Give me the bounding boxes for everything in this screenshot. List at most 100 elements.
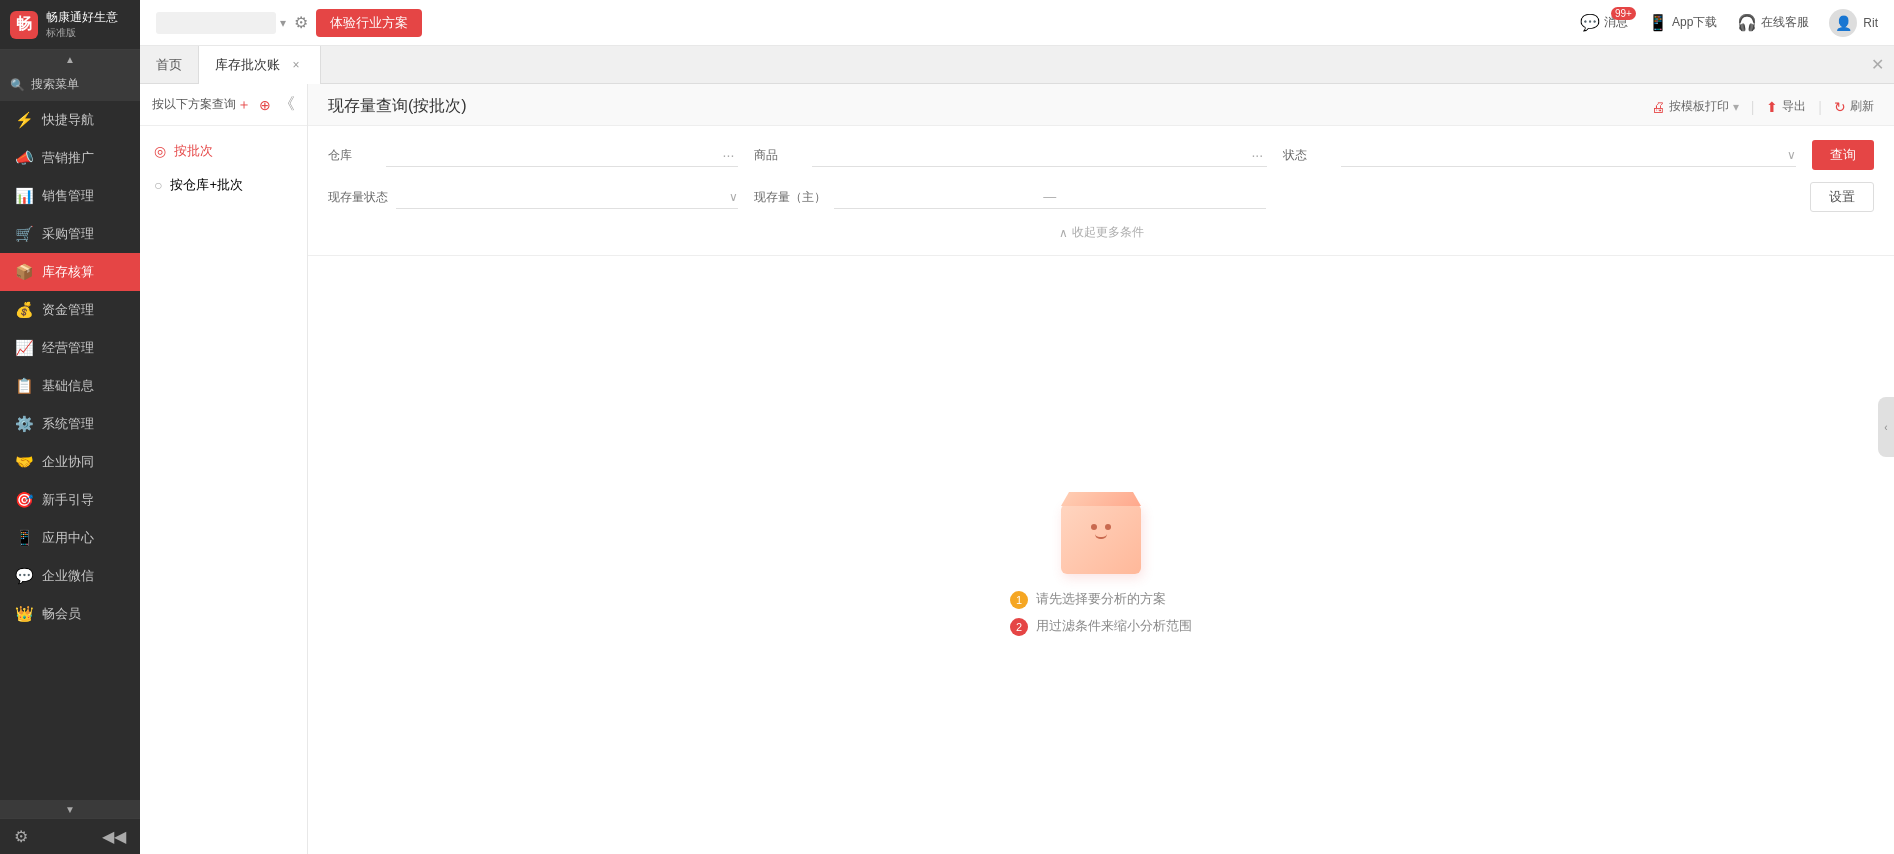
sidebar-item-quick-nav[interactable]: ⚡ 快捷导航 bbox=[0, 101, 140, 139]
sidebar-item-ops[interactable]: 📈 经营管理 bbox=[0, 329, 140, 367]
main-panel: 现存量查询(按批次) 🖨 按模板打印 ▾ | ⬆ 导出 | ↻ bbox=[308, 84, 1894, 854]
filter-scheme-list: ◎ 按批次 ○ 按仓库+批次 bbox=[140, 126, 307, 210]
topbar-settings-icon[interactable]: ⚙ bbox=[294, 13, 308, 32]
inventory-icon: 📦 bbox=[14, 263, 34, 281]
sidebar-item-purchase[interactable]: 🛒 采购管理 bbox=[0, 215, 140, 253]
qty-range-sep: — bbox=[1043, 189, 1056, 204]
empty-illustration bbox=[1041, 474, 1161, 574]
collapse-sidebar-icon[interactable]: ◀◀ bbox=[102, 827, 126, 846]
filter-settings-icon[interactable]: ⊕ bbox=[259, 97, 271, 113]
sidebar-item-inventory[interactable]: 📦 库存核算 bbox=[0, 253, 140, 291]
qty-field: 现存量（主） — bbox=[754, 185, 1266, 209]
topbar-search-wrap: ▾ bbox=[156, 12, 286, 34]
tab-inventory-batch[interactable]: 库存批次账 × bbox=[199, 46, 321, 84]
sidebar-item-system[interactable]: ⚙️ 系统管理 bbox=[0, 405, 140, 443]
warehouse-label: 仓库 bbox=[328, 147, 378, 164]
status-select-wrap: ∨ bbox=[1341, 143, 1796, 167]
app-download-action[interactable]: 📱 App下载 bbox=[1648, 13, 1717, 32]
export-icon: ⬆ bbox=[1766, 99, 1778, 115]
sidebar-item-collab[interactable]: 🤝 企业协同 bbox=[0, 443, 140, 481]
finance-icon: 💰 bbox=[14, 301, 34, 319]
sidebar-item-newbie[interactable]: 🎯 新手引导 bbox=[0, 481, 140, 519]
main-area: ▾ ⚙ 体验行业方案 💬 消息 99+ 📱 App下载 🎧 在线客服 👤 Rit bbox=[140, 0, 1894, 854]
main-panel-header: 现存量查询(按批次) 🖨 按模板打印 ▾ | ⬆ 导出 | ↻ bbox=[308, 84, 1894, 126]
scheme-active-icon: ◎ bbox=[154, 143, 166, 159]
search-nav-icon: 🔍 bbox=[10, 78, 25, 92]
sidebar-item-finance[interactable]: 💰 资金管理 bbox=[0, 291, 140, 329]
sidebar-scroll-up[interactable]: ▲ bbox=[0, 50, 140, 68]
empty-state: 1 请先选择要分析的方案 2 用过滤条件来缩小分析范围 bbox=[308, 256, 1894, 854]
sidebar-item-marketing[interactable]: 📣 营销推广 bbox=[0, 139, 140, 177]
sales-icon: 📊 bbox=[14, 187, 34, 205]
qty-max-input[interactable] bbox=[1060, 185, 1266, 208]
header-actions: 🖨 按模板打印 ▾ | ⬆ 导出 | ↻ 刷新 bbox=[1651, 98, 1874, 115]
scheme-item-by-warehouse-batch[interactable]: ○ 按仓库+批次 bbox=[140, 168, 307, 202]
sidebar-item-sales[interactable]: 📊 销售管理 bbox=[0, 177, 140, 215]
refresh-button[interactable]: ↻ 刷新 bbox=[1834, 98, 1874, 115]
topbar-right: 💬 消息 99+ 📱 App下载 🎧 在线客服 👤 Rit bbox=[1580, 9, 1878, 37]
scheme-by-batch-label: 按批次 bbox=[174, 142, 213, 160]
sidebar-item-member[interactable]: 👑 畅会员 bbox=[0, 595, 140, 633]
product-input[interactable] bbox=[812, 143, 1247, 166]
newbie-icon: 🎯 bbox=[14, 491, 34, 509]
product-more-icon[interactable]: ··· bbox=[1247, 147, 1267, 163]
warehouse-more-icon[interactable]: ··· bbox=[719, 147, 739, 163]
topbar-search-input[interactable] bbox=[156, 12, 276, 34]
topbar: ▾ ⚙ 体验行业方案 💬 消息 99+ 📱 App下载 🎧 在线客服 👤 Rit bbox=[140, 0, 1894, 46]
query-button[interactable]: 查询 bbox=[1812, 140, 1874, 170]
print-dropdown-icon[interactable]: ▾ bbox=[1733, 100, 1739, 114]
message-badge: 99+ bbox=[1611, 7, 1636, 20]
warehouse-input[interactable] bbox=[386, 143, 719, 166]
status-field: 状态 ∨ bbox=[1283, 143, 1796, 167]
inventory-status-label: 现存量状态 bbox=[328, 189, 388, 206]
system-icon: ⚙️ bbox=[14, 415, 34, 433]
message-action[interactable]: 💬 消息 99+ bbox=[1580, 13, 1628, 32]
filter-header-icons: ＋ ⊕ 《 bbox=[237, 94, 295, 115]
page-title: 现存量查询(按批次) bbox=[328, 96, 467, 117]
search-area: 仓库 ··· 商品 ··· 状态 bbox=[308, 126, 1894, 256]
sidebar-item-basic[interactable]: 📋 基础信息 bbox=[0, 367, 140, 405]
tab-bar-close-icon[interactable]: ✕ bbox=[1871, 55, 1884, 74]
header-divider-2: | bbox=[1818, 99, 1822, 115]
hint-text-2: 用过滤条件来缩小分析范围 bbox=[1036, 617, 1192, 635]
settings-button[interactable]: 设置 bbox=[1810, 182, 1874, 212]
experience-button[interactable]: 体验行业方案 bbox=[316, 9, 422, 37]
header-divider-1: | bbox=[1751, 99, 1755, 115]
qty-range-wrap: — bbox=[834, 185, 1266, 209]
message-icon: 💬 bbox=[1580, 13, 1600, 32]
sidebar-item-wechat[interactable]: 💬 企业微信 bbox=[0, 557, 140, 595]
left-eye bbox=[1091, 524, 1097, 530]
inventory-status-select-wrap: ∨ bbox=[396, 185, 738, 209]
sidebar-item-apps[interactable]: 📱 应用中心 bbox=[0, 519, 140, 557]
filter-collapse-icon[interactable]: 《 bbox=[279, 94, 295, 115]
empty-hints: 1 请先选择要分析的方案 2 用过滤条件来缩小分析范围 bbox=[1010, 590, 1192, 636]
sidebar-brand: 畅康通好生意 标准版 bbox=[46, 10, 118, 39]
right-eye bbox=[1105, 524, 1111, 530]
sidebar-scroll-down[interactable]: ▼ bbox=[0, 800, 140, 818]
inventory-status-arrow: ∨ bbox=[729, 190, 738, 204]
refresh-icon: ↻ bbox=[1834, 99, 1846, 115]
user-menu[interactable]: 👤 Rit bbox=[1829, 9, 1878, 37]
print-button[interactable]: 🖨 按模板打印 ▾ bbox=[1651, 98, 1739, 115]
purchase-icon: 🛒 bbox=[14, 225, 34, 243]
sidebar-search[interactable]: 🔍 搜索菜单 bbox=[0, 68, 140, 101]
collapse-conditions-button[interactable]: ∧ 收起更多条件 bbox=[328, 224, 1874, 241]
tab-close-button[interactable]: × bbox=[288, 57, 304, 73]
inventory-status-select[interactable] bbox=[396, 185, 729, 208]
ops-icon: 📈 bbox=[14, 339, 34, 357]
status-select[interactable] bbox=[1341, 143, 1787, 166]
qty-min-input[interactable] bbox=[834, 185, 1040, 208]
topbar-dropdown-icon[interactable]: ▾ bbox=[280, 16, 286, 30]
settings-icon[interactable]: ⚙ bbox=[14, 827, 28, 846]
service-action[interactable]: 🎧 在线客服 bbox=[1737, 13, 1809, 32]
export-button[interactable]: ⬆ 导出 bbox=[1766, 98, 1806, 115]
right-edge-handle[interactable]: ‹ bbox=[1878, 397, 1894, 457]
product-field: 商品 ··· bbox=[754, 143, 1267, 167]
user-avatar: 👤 bbox=[1829, 9, 1857, 37]
scheme-item-by-batch[interactable]: ◎ 按批次 bbox=[140, 134, 307, 168]
empty-box-eyes bbox=[1091, 524, 1111, 530]
tab-home[interactable]: 首页 bbox=[140, 46, 199, 84]
filter-panel: 按以下方案查询 ＋ ⊕ 《 ◎ 按批次 ○ 按仓库+批次 bbox=[140, 84, 308, 854]
filter-add-icon[interactable]: ＋ bbox=[237, 96, 251, 114]
member-icon: 👑 bbox=[14, 605, 34, 623]
